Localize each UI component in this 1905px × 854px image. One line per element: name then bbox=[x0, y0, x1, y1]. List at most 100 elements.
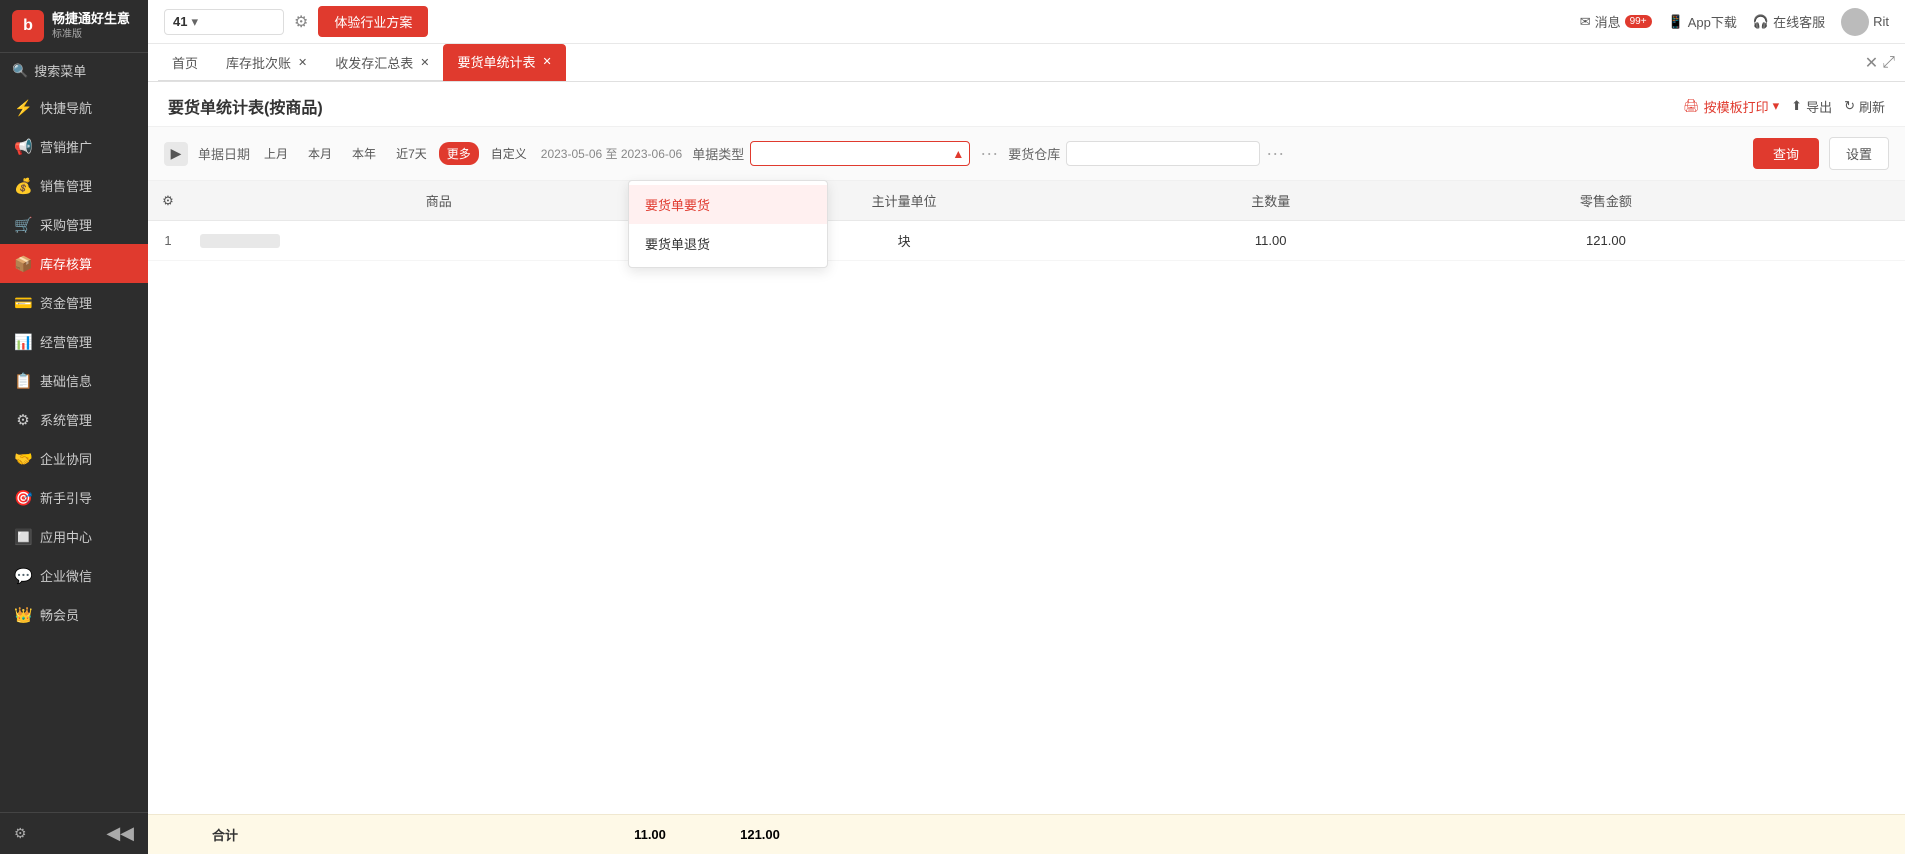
quick-nav-icon: ⚡ bbox=[14, 99, 32, 117]
operation-icon: 📊 bbox=[14, 333, 32, 351]
footer-amount: 121.00 bbox=[700, 827, 820, 842]
sidebar-item-wechat[interactable]: 💬 企业微信 bbox=[0, 556, 148, 595]
date-filter-label: 单据日期 bbox=[198, 144, 250, 163]
sidebar-item-label: 畅会员 bbox=[40, 605, 79, 624]
chevron-down-icon: ▾ bbox=[191, 14, 198, 30]
sidebar-item-basic[interactable]: 📋 基础信息 bbox=[0, 361, 148, 400]
tab-inventory-batch[interactable]: 库存批次账 ✕ bbox=[212, 45, 321, 81]
message-icon: ✉ bbox=[1580, 14, 1591, 30]
date-btn-this-month[interactable]: 本月 bbox=[300, 142, 340, 165]
date-btn-last-month[interactable]: 上月 bbox=[256, 142, 296, 165]
members-icon: 👑 bbox=[14, 606, 32, 624]
col-settings[interactable]: ⚙ bbox=[148, 181, 188, 221]
company-count: 41 bbox=[173, 14, 187, 29]
user-avatar[interactable]: Rit bbox=[1841, 8, 1889, 36]
row-product bbox=[188, 221, 690, 261]
dropdown-item-1[interactable]: 要货单退货 bbox=[629, 224, 827, 263]
sidebar-item-system[interactable]: ⚙ 系统管理 bbox=[0, 400, 148, 439]
date-filter-section: 单据日期 上月 本月 本年 近7天 更多 自定义 2023-05-06 至 20… bbox=[198, 142, 682, 165]
topbar-gear-icon[interactable]: ⚙ bbox=[294, 12, 308, 32]
sidebar-settings-icon[interactable]: ⚙ bbox=[14, 825, 27, 842]
search-icon: 🔍 bbox=[12, 63, 28, 79]
finance-icon: 💳 bbox=[14, 294, 32, 312]
warehouse-filter-label: 要货仓库 bbox=[1008, 144, 1060, 163]
sidebar-item-label: 应用中心 bbox=[40, 527, 92, 546]
date-btn-more[interactable]: 更多 bbox=[439, 142, 479, 165]
date-btn-custom[interactable]: 自定义 bbox=[483, 142, 535, 165]
warehouse-filter-more[interactable]: ··· bbox=[1266, 143, 1284, 164]
user-name: Rit bbox=[1873, 14, 1889, 29]
date-btn-this-year[interactable]: 本年 bbox=[344, 142, 384, 165]
tab-home[interactable]: 首页 bbox=[158, 45, 212, 81]
sidebar-nav: ⚡ 快捷导航 📢 营销推广 💰 销售管理 🛒 采购管理 📦 库存核算 💳 资金管… bbox=[0, 88, 148, 812]
sidebar-item-label: 企业协同 bbox=[40, 449, 92, 468]
app-edition: 标准版 bbox=[52, 28, 130, 41]
online-service-button[interactable]: 🎧 在线客服 bbox=[1753, 12, 1825, 31]
sidebar-item-finance[interactable]: 💳 资金管理 bbox=[0, 283, 148, 322]
col-extra bbox=[1789, 181, 1905, 221]
tab-maximize-button[interactable]: ⤢ bbox=[1882, 53, 1895, 73]
sidebar-item-label: 快捷导航 bbox=[40, 98, 92, 117]
sidebar-item-inventory[interactable]: 📦 库存核算 bbox=[0, 244, 148, 283]
dropdown-item-0[interactable]: 要货单要货 bbox=[629, 185, 827, 224]
tab-order-summary[interactable]: 要货单统计表 ✕ bbox=[443, 44, 565, 81]
refresh-button[interactable]: ↻ 刷新 bbox=[1844, 97, 1885, 116]
col-qty: 主数量 bbox=[1119, 181, 1423, 221]
data-table-wrap: ⚙ 商品 主计量单位 主数量 零售金额 1 块 bbox=[148, 181, 1905, 814]
main-content: 41 ▾ ⚙ 体验行业方案 ✉ 消息 99+ 📱 App下载 🎧 在线客服 R bbox=[148, 0, 1905, 854]
online-service-label: 在线客服 bbox=[1773, 12, 1825, 31]
topbar-left: 41 ▾ ⚙ 体验行业方案 bbox=[164, 6, 428, 37]
tabs-bar: 首页 库存批次账 ✕ 收发存汇总表 ✕ 要货单统计表 ✕ ✕ ⤢ bbox=[148, 44, 1905, 82]
settings-button[interactable]: 设置 bbox=[1829, 137, 1889, 170]
marketing-icon: 📢 bbox=[14, 138, 32, 156]
sidebar-item-label: 经营管理 bbox=[40, 332, 92, 351]
tab-inventory-batch-close[interactable]: ✕ bbox=[298, 56, 307, 69]
product-placeholder bbox=[200, 234, 280, 248]
print-button[interactable]: 🖨 按模板打印 ▾ bbox=[1683, 97, 1779, 116]
filter-expand-button[interactable]: ▶ bbox=[164, 142, 188, 166]
type-filter-more[interactable]: ··· bbox=[980, 143, 998, 164]
sidebar-item-operation[interactable]: 📊 经营管理 bbox=[0, 322, 148, 361]
table-row: 1 块 11.00 121.00 bbox=[148, 221, 1905, 261]
col-product: 商品 bbox=[188, 181, 690, 221]
app-download-label: App下载 bbox=[1688, 12, 1737, 31]
basic-icon: 📋 bbox=[14, 372, 32, 390]
tab-close-all-button[interactable]: ✕ bbox=[1865, 53, 1878, 73]
sidebar-item-quick-nav[interactable]: ⚡ 快捷导航 bbox=[0, 88, 148, 127]
export-button[interactable]: ⬆ 导出 bbox=[1791, 97, 1832, 116]
sidebar-item-marketing[interactable]: 📢 营销推广 bbox=[0, 127, 148, 166]
print-icon: 🖨 bbox=[1683, 98, 1700, 114]
date-btn-7days[interactable]: 近7天 bbox=[388, 142, 435, 165]
page-header: 要货单统计表(按商品) 🖨 按模板打印 ▾ ⬆ 导出 ↻ 刷新 bbox=[148, 82, 1905, 127]
sidebar-item-purchase[interactable]: 🛒 采购管理 bbox=[0, 205, 148, 244]
query-button[interactable]: 查询 bbox=[1753, 138, 1819, 169]
warehouse-filter-input[interactable] bbox=[1066, 141, 1260, 166]
inventory-icon: 📦 bbox=[14, 255, 32, 273]
trial-button[interactable]: 体验行业方案 bbox=[318, 6, 428, 37]
row-amount: 121.00 bbox=[1423, 221, 1790, 261]
search-label: 搜索菜单 bbox=[34, 61, 86, 80]
tab-window-actions: ✕ ⤢ bbox=[1865, 53, 1895, 73]
sidebar-item-guide[interactable]: 🎯 新手引导 bbox=[0, 478, 148, 517]
type-filter-label: 单据类型 bbox=[692, 144, 744, 163]
sidebar-search[interactable]: 🔍 搜索菜单 bbox=[0, 53, 148, 88]
tab-receive-summary-close[interactable]: ✕ bbox=[420, 56, 429, 69]
sidebar-item-members[interactable]: 👑 畅会员 bbox=[0, 595, 148, 634]
sidebar-item-apps[interactable]: 🔲 应用中心 bbox=[0, 517, 148, 556]
tab-order-summary-close[interactable]: ✕ bbox=[543, 55, 552, 68]
row-num: 1 bbox=[148, 221, 188, 261]
type-filter-input[interactable] bbox=[750, 141, 970, 166]
sales-icon: 💰 bbox=[14, 177, 32, 195]
sidebar-item-enterprise[interactable]: 🤝 企业协同 bbox=[0, 439, 148, 478]
tab-receive-summary[interactable]: 收发存汇总表 ✕ bbox=[321, 45, 443, 81]
sidebar-collapse-icon[interactable]: ◀◀ bbox=[106, 823, 134, 844]
topbar-right: ✉ 消息 99+ 📱 App下载 🎧 在线客服 Rit bbox=[1580, 8, 1889, 36]
warehouse-filter-section: 要货仓库 ··· bbox=[1008, 141, 1743, 166]
chevron-down-icon: ▾ bbox=[1773, 98, 1780, 114]
app-download-button[interactable]: 📱 App下载 bbox=[1668, 12, 1737, 31]
message-button[interactable]: ✉ 消息 99+ bbox=[1580, 12, 1652, 31]
sidebar-item-sales[interactable]: 💰 销售管理 bbox=[0, 166, 148, 205]
guide-icon: 🎯 bbox=[14, 489, 32, 507]
row-qty: 11.00 bbox=[1119, 221, 1423, 261]
company-selector[interactable]: 41 ▾ bbox=[164, 9, 284, 35]
